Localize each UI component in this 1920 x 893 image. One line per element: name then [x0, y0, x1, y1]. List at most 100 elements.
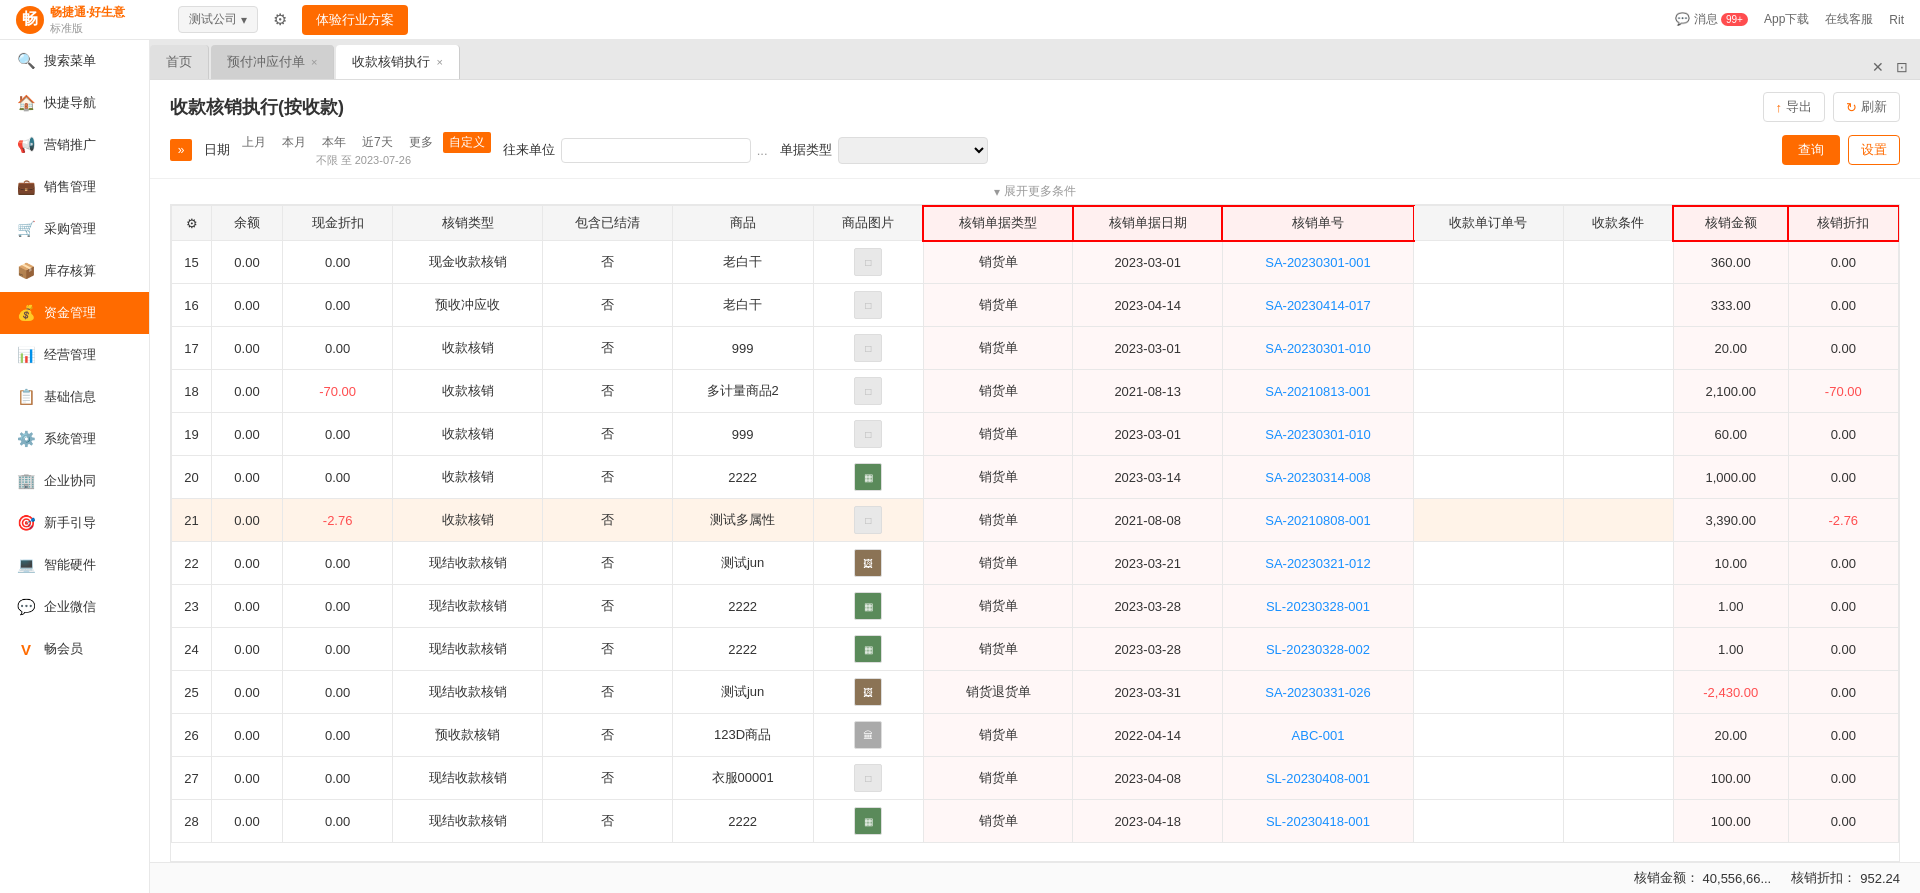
setting-button[interactable]: 设置: [1848, 135, 1900, 165]
settings-icon[interactable]: ⚙: [266, 6, 294, 34]
td-write-off-amount: 100.00: [1673, 800, 1788, 843]
from-unit-input[interactable]: [561, 138, 751, 163]
sidebar-item-wechat[interactable]: 💬 企业微信: [0, 586, 149, 628]
td-goods-img: □: [813, 284, 923, 327]
query-button[interactable]: 查询: [1782, 135, 1840, 165]
sidebar-item-basic[interactable]: 📋 基础信息: [0, 376, 149, 418]
receipt-type-select[interactable]: [838, 137, 988, 164]
td-write-off-bill-no[interactable]: SA-20230301-010: [1222, 413, 1413, 456]
date-tab-custom[interactable]: 自定义: [443, 132, 491, 153]
td-receipt-order-no: [1414, 413, 1564, 456]
guide-icon: 🎯: [16, 514, 36, 532]
corp-icon: 🏢: [16, 472, 36, 490]
td-goods-img: ▦: [813, 628, 923, 671]
td-goods-img: □: [813, 413, 923, 456]
app-download[interactable]: App下载: [1764, 11, 1809, 28]
td-write-off-type: 收款核销: [393, 327, 543, 370]
tab-prepay[interactable]: 预付冲应付单 ×: [211, 45, 334, 79]
td-include-settled: 否: [542, 241, 672, 284]
sidebar-item-hardware[interactable]: 💻 智能硬件: [0, 544, 149, 586]
td-row-num: 18: [172, 370, 212, 413]
user-name[interactable]: Rit: [1889, 13, 1904, 27]
sidebar-label-hardware: 智能硬件: [44, 556, 96, 574]
td-write-off-bill-no[interactable]: SA-20230301-010: [1222, 327, 1413, 370]
expand-filter-btn[interactable]: »: [170, 139, 192, 161]
table-row: 180.00-70.00收款核销否多计量商品2□销货单2021-08-13SA-…: [172, 370, 1899, 413]
sidebar-item-marketing[interactable]: 📢 营销推广: [0, 124, 149, 166]
date-tab-thismonth[interactable]: 本月: [276, 132, 312, 153]
td-write-off-bill-no[interactable]: SA-20230301-001: [1222, 241, 1413, 284]
td-write-off-amount: 360.00: [1673, 241, 1788, 284]
goods-image: ▦: [854, 592, 882, 620]
sidebar-item-guide[interactable]: 🎯 新手引导: [0, 502, 149, 544]
tab-maximize-btn[interactable]: ⊡: [1892, 55, 1912, 79]
trial-button[interactable]: 体验行业方案: [302, 5, 408, 35]
td-write-off-type: 现结收款核销: [393, 585, 543, 628]
close-prepay-icon[interactable]: ×: [311, 56, 317, 68]
td-write-off-bill-date: 2023-03-01: [1073, 413, 1223, 456]
content-area: 首页 预付冲应付单 × 收款核销执行 × ✕ ⊡ 收款核销执行(按收款): [150, 40, 1920, 893]
table-row: 280.000.00现结收款核销否2222▦销货单2023-04-18SL-20…: [172, 800, 1899, 843]
message-area[interactable]: 💬 消息 99+: [1675, 11, 1748, 28]
td-goods: 老白干: [672, 241, 813, 284]
from-unit-label: 往来单位: [503, 141, 555, 159]
td-write-off-bill-no[interactable]: SL-20230408-001: [1222, 757, 1413, 800]
page-title: 收款核销执行(按收款): [170, 95, 344, 119]
sidebar-item-finance[interactable]: 💰 资金管理: [0, 292, 149, 334]
td-write-off-bill-date: 2023-03-21: [1073, 542, 1223, 585]
sidebar-item-system[interactable]: ⚙️ 系统管理: [0, 418, 149, 460]
sidebar-item-sales[interactable]: 💼 销售管理: [0, 166, 149, 208]
td-write-off-bill-no[interactable]: SA-20230321-012: [1222, 542, 1413, 585]
td-write-off-bill-no[interactable]: SA-20210813-001: [1222, 370, 1413, 413]
td-write-off-bill-no[interactable]: SA-20230331-026: [1222, 671, 1413, 714]
sidebar-item-corp[interactable]: 🏢 企业协同: [0, 460, 149, 502]
query-actions: 查询 设置: [1782, 135, 1900, 165]
logo-area: 畅 畅捷通·好生意 标准版: [16, 4, 166, 36]
td-write-off-bill-type: 销货单: [923, 499, 1073, 542]
online-service[interactable]: 在线客服: [1825, 11, 1873, 28]
td-write-off-type: 现结收款核销: [393, 800, 543, 843]
td-row-num: 20: [172, 456, 212, 499]
company-selector[interactable]: 测试公司 ▾: [178, 6, 258, 33]
tab-receipt[interactable]: 收款核销执行 ×: [336, 45, 459, 79]
tab-home[interactable]: 首页: [150, 45, 209, 79]
td-write-off-bill-no[interactable]: SL-20230328-001: [1222, 585, 1413, 628]
sidebar-item-inventory[interactable]: 📦 库存核算: [0, 250, 149, 292]
data-table-container: ⚙ 余额 现金折扣 核销类型 包含已结清 商品 商品图片 核销单据类型 核销单据…: [170, 204, 1900, 862]
table-row: 190.000.00收款核销否999□销货单2023-03-01SA-20230…: [172, 413, 1899, 456]
td-write-off-bill-no[interactable]: SA-20210808-001: [1222, 499, 1413, 542]
table-row: 220.000.00现结收款核销否测试jun🖼销货单2023-03-21SA-2…: [172, 542, 1899, 585]
sidebar-item-purchase[interactable]: 🛒 采购管理: [0, 208, 149, 250]
td-goods: 测试多属性: [672, 499, 813, 542]
td-write-off-amount: 100.00: [1673, 757, 1788, 800]
td-receipt-order-no: [1414, 757, 1564, 800]
date-tab-lastmonth[interactable]: 上月: [236, 132, 272, 153]
goods-image: □: [854, 764, 882, 792]
td-row-num: 28: [172, 800, 212, 843]
export-button[interactable]: ↑ 导出: [1763, 92, 1826, 122]
td-write-off-bill-no[interactable]: SA-20230314-008: [1222, 456, 1413, 499]
date-tab-7days[interactable]: 近7天: [356, 132, 399, 153]
date-tab-more[interactable]: 更多: [403, 132, 439, 153]
inventory-icon: 📦: [16, 262, 36, 280]
sidebar-item-shortcut[interactable]: 🏠 快捷导航: [0, 82, 149, 124]
td-row-num: 16: [172, 284, 212, 327]
table-row: 260.000.00预收款核销否123D商品🏛销货单2022-04-14ABC-…: [172, 714, 1899, 757]
date-tab-thisyear[interactable]: 本年: [316, 132, 352, 153]
td-write-off-bill-no[interactable]: SL-20230418-001: [1222, 800, 1413, 843]
receipt-type-label: 单据类型: [780, 141, 832, 159]
sidebar-item-member[interactable]: V 畅会员: [0, 628, 149, 670]
sidebar-item-search[interactable]: 🔍 搜索菜单: [0, 40, 149, 82]
logo-icon: 畅: [16, 6, 44, 34]
sidebar-item-operation[interactable]: 📊 经营管理: [0, 334, 149, 376]
td-write-off-bill-no[interactable]: SL-20230328-002: [1222, 628, 1413, 671]
close-receipt-icon[interactable]: ×: [436, 56, 442, 68]
tab-close-window-btn[interactable]: ✕: [1868, 55, 1888, 79]
finance-icon: 💰: [16, 304, 36, 322]
td-write-off-bill-no[interactable]: ABC-001: [1222, 714, 1413, 757]
expand-more-button[interactable]: ▾ 展开更多条件: [994, 183, 1076, 200]
td-write-off-bill-no[interactable]: SA-20230414-017: [1222, 284, 1413, 327]
td-write-off-discount: 0.00: [1788, 327, 1898, 370]
refresh-button[interactable]: ↻ 刷新: [1833, 92, 1900, 122]
th-settings[interactable]: ⚙: [172, 206, 212, 241]
